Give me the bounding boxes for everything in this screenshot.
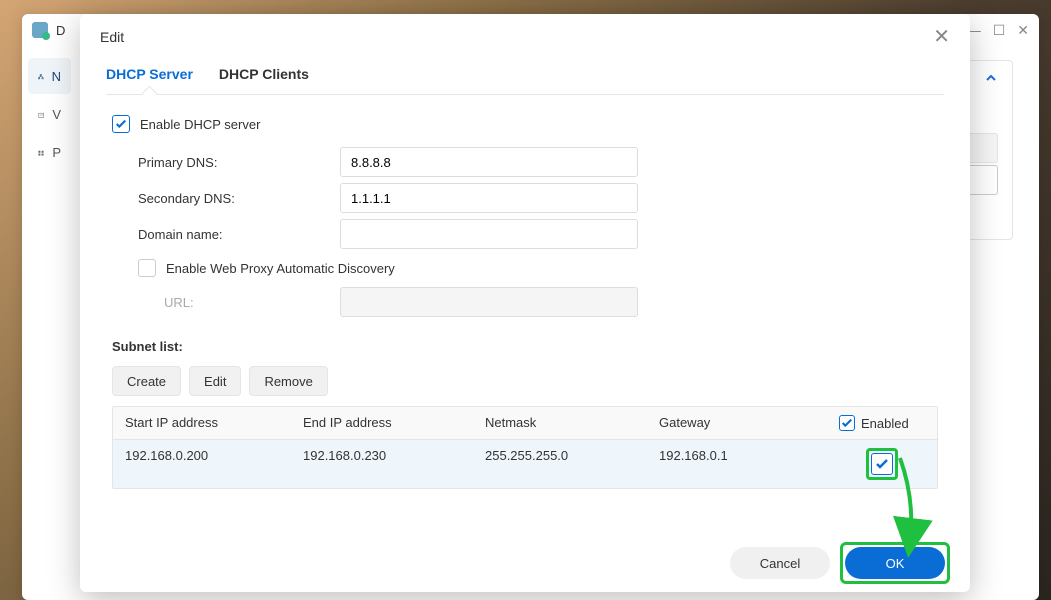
- sidebar-item-1[interactable]: V: [28, 96, 71, 132]
- sidebar-item-0[interactable]: N: [28, 58, 71, 94]
- cell-netmask: 255.255.255.0: [473, 440, 647, 488]
- app-title-initial: D: [56, 23, 65, 38]
- dialog-close-icon[interactable]: ✕: [933, 27, 950, 47]
- enable-dhcp-label: Enable DHCP server: [140, 117, 260, 132]
- col-enabled[interactable]: Enabled: [827, 407, 937, 439]
- url-label: URL:: [164, 295, 340, 310]
- domain-name-label: Domain name:: [138, 227, 340, 242]
- edit-dialog: Edit ✕ DHCP Server DHCP Clients Enable D…: [80, 14, 970, 592]
- domain-name-input[interactable]: [340, 219, 638, 249]
- building-icon: [38, 106, 44, 122]
- tabs: DHCP Server DHCP Clients: [106, 60, 944, 95]
- wpad-checkbox[interactable]: [138, 259, 156, 277]
- cell-gateway: 192.168.0.1: [647, 440, 827, 488]
- col-end-ip[interactable]: End IP address: [291, 407, 473, 439]
- secondary-dns-input[interactable]: [340, 183, 638, 213]
- wpad-label: Enable Web Proxy Automatic Discovery: [166, 261, 395, 276]
- ok-highlight: OK: [840, 542, 950, 584]
- ok-button[interactable]: OK: [845, 547, 945, 579]
- subnet-title: Subnet list:: [112, 339, 938, 354]
- primary-dns-input[interactable]: [340, 147, 638, 177]
- create-button[interactable]: Create: [112, 366, 181, 396]
- col-gateway[interactable]: Gateway: [647, 407, 827, 439]
- dialog-title: Edit: [100, 29, 124, 45]
- sidebar-label-1: V: [52, 107, 61, 122]
- cell-start-ip: 192.168.0.200: [113, 440, 291, 488]
- grid-icon: [38, 144, 44, 160]
- cancel-button[interactable]: Cancel: [730, 547, 830, 579]
- edit-button[interactable]: Edit: [189, 366, 241, 396]
- cell-end-ip: 192.168.0.230: [291, 440, 473, 488]
- secondary-dns-label: Secondary DNS:: [138, 191, 340, 206]
- enabled-highlight: [866, 448, 898, 480]
- dialog-footer: Cancel OK: [80, 534, 970, 592]
- sidebar-label-0: N: [52, 69, 61, 84]
- app-icon: [32, 22, 48, 38]
- tab-dhcp-clients[interactable]: DHCP Clients: [219, 60, 309, 94]
- sidebar-label-2: P: [52, 145, 61, 160]
- sidebar-item-2[interactable]: P: [28, 134, 71, 170]
- subnet-row-0[interactable]: 192.168.0.200 192.168.0.230 255.255.255.…: [113, 440, 937, 488]
- network-icon: [38, 68, 44, 84]
- subnet-table: Start IP address End IP address Netmask …: [112, 406, 938, 489]
- close-icon[interactable]: ✕: [1017, 22, 1029, 39]
- dialog-header: Edit ✕: [80, 14, 970, 60]
- header-enabled-checkbox[interactable]: [839, 415, 855, 431]
- sidebar: N V P: [22, 46, 78, 600]
- tab-dhcp-server[interactable]: DHCP Server: [106, 60, 193, 94]
- col-enabled-label: Enabled: [861, 416, 909, 431]
- chevron-up-icon[interactable]: [984, 71, 998, 88]
- remove-button[interactable]: Remove: [249, 366, 327, 396]
- enable-dhcp-checkbox[interactable]: [112, 115, 130, 133]
- col-start-ip[interactable]: Start IP address: [113, 407, 291, 439]
- row-enabled-checkbox[interactable]: [871, 453, 893, 475]
- col-netmask[interactable]: Netmask: [473, 407, 647, 439]
- primary-dns-label: Primary DNS:: [138, 155, 340, 170]
- maximize-icon[interactable]: ☐: [993, 22, 1006, 39]
- url-input: [340, 287, 638, 317]
